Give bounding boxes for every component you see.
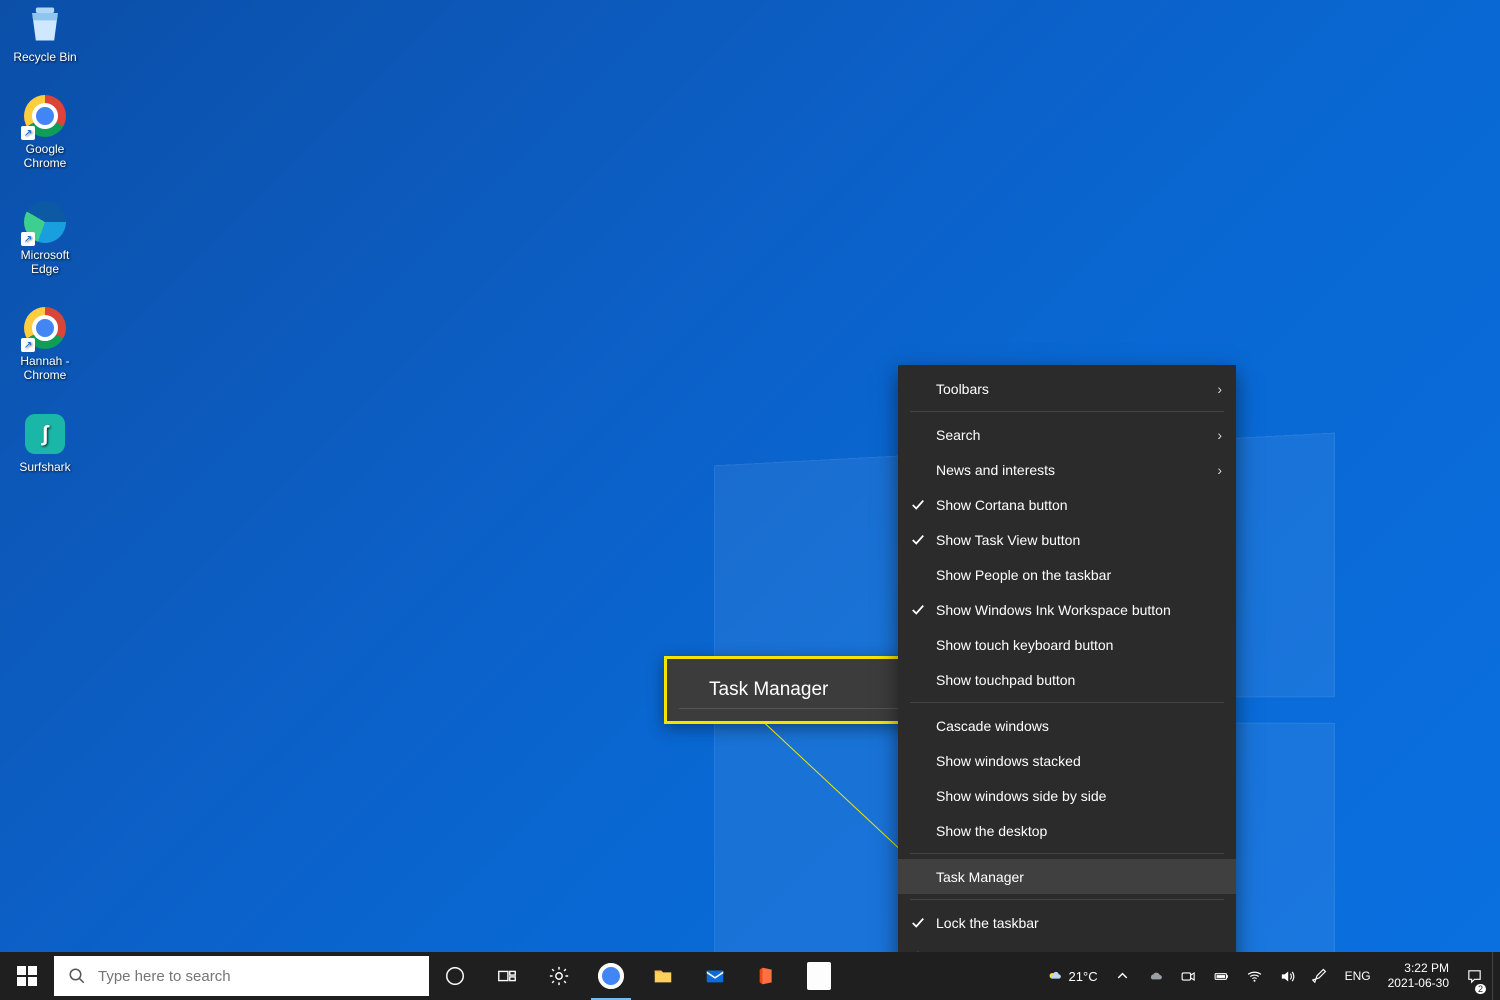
ctx-item-show-ink[interactable]: Show Windows Ink Workspace button — [898, 592, 1236, 627]
desktop-icon-label: Recycle Bin — [13, 50, 76, 64]
notification-badge: 2 — [1475, 984, 1486, 994]
desktop-icon-label: Surfshark — [19, 460, 70, 474]
tray-wifi-icon[interactable] — [1239, 952, 1270, 1000]
weather-widget[interactable]: 21°C — [1039, 952, 1105, 1000]
ctx-item-lock-taskbar[interactable]: Lock the taskbar — [898, 905, 1236, 940]
ctx-item-label: Search — [936, 427, 980, 443]
tray-date: 2021-06-30 — [1388, 976, 1449, 991]
ctx-item-side-by-side[interactable]: Show windows side by side — [898, 778, 1236, 813]
taskbar-settings-app[interactable] — [533, 952, 585, 1000]
chrome-icon: ↗ — [23, 94, 67, 138]
ctx-item-search[interactable]: Search › — [898, 417, 1236, 452]
desktop-icon-google-chrome[interactable]: ↗ Google Chrome — [6, 94, 84, 170]
tray-clock[interactable]: 3:22 PM 2021-06-30 — [1380, 952, 1457, 1000]
ctx-item-cascade[interactable]: Cascade windows — [898, 708, 1236, 743]
ctx-item-label: Show touchpad button — [936, 672, 1075, 688]
ctx-item-label: Cascade windows — [936, 718, 1049, 734]
check-icon — [910, 497, 926, 513]
search-input[interactable] — [98, 968, 415, 985]
check-icon — [910, 602, 926, 618]
task-view-button[interactable] — [481, 952, 533, 1000]
tray-ink-workspace-icon[interactable] — [1305, 952, 1336, 1000]
tray-language[interactable]: ENG — [1338, 952, 1378, 1000]
notification-icon — [1466, 968, 1483, 985]
search-box[interactable] — [54, 956, 429, 996]
cortana-button[interactable] — [429, 952, 481, 1000]
shortcut-overlay-icon: ↗ — [21, 338, 35, 352]
ctx-item-label: Task Manager — [936, 869, 1024, 885]
taskbar[interactable]: 21°C ENG 3:22 PM 2021-06-30 2 — [0, 952, 1500, 1000]
desktop-icon-surfshark[interactable]: ʃ Surfshark — [6, 412, 84, 474]
callout-task-manager: Task Manager — [664, 656, 928, 724]
tray-onedrive-icon[interactable] — [1140, 952, 1171, 1000]
chevron-right-icon: › — [1217, 427, 1222, 443]
ctx-item-label: Show Cortana button — [936, 497, 1068, 513]
tray-meet-now-icon[interactable] — [1173, 952, 1204, 1000]
taskbar-pinned-apps — [429, 952, 845, 1000]
start-button[interactable] — [0, 952, 54, 1000]
ctx-item-label: Show touch keyboard button — [936, 637, 1113, 653]
ctx-item-label: Show Task View button — [936, 532, 1080, 548]
desktop-icon-recycle-bin[interactable]: Recycle Bin — [6, 2, 84, 64]
ctx-item-toolbars[interactable]: Toolbars › — [898, 371, 1236, 406]
callout-label: Task Manager — [709, 679, 828, 701]
chevron-right-icon: › — [1217, 381, 1222, 397]
edge-icon: ↗ — [23, 200, 67, 244]
ctx-item-label: News and interests — [936, 462, 1055, 478]
ctx-item-show-touchpad[interactable]: Show touchpad button — [898, 662, 1236, 697]
ctx-item-label: Show windows side by side — [936, 788, 1106, 804]
shortcut-overlay-icon: ↗ — [21, 232, 35, 246]
system-tray: 21°C ENG 3:22 PM 2021-06-30 2 — [1039, 952, 1500, 1000]
ctx-item-stacked[interactable]: Show windows stacked — [898, 743, 1236, 778]
document-icon — [807, 962, 831, 990]
desktop-icon-label: Hannah - Chrome — [6, 354, 84, 382]
ctx-item-label: Toolbars — [936, 381, 989, 397]
ctx-item-show-cortana[interactable]: Show Cortana button — [898, 487, 1236, 522]
taskbar-file-explorer[interactable] — [637, 952, 689, 1000]
chevron-right-icon: › — [1217, 462, 1222, 478]
check-icon — [910, 915, 926, 931]
search-icon — [68, 967, 86, 985]
chrome-profile-icon: ↗ — [23, 306, 67, 350]
ctx-item-label: Show People on the taskbar — [936, 567, 1111, 583]
desktop-icons: Recycle Bin ↗ Google Chrome ↗ Microsoft … — [6, 2, 84, 474]
menu-separator — [910, 853, 1224, 854]
desktop-icon-label: Google Chrome — [6, 142, 84, 170]
check-icon — [910, 532, 926, 548]
taskbar-generic-app[interactable] — [793, 952, 845, 1000]
ctx-item-show-people[interactable]: Show People on the taskbar — [898, 557, 1236, 592]
weather-icon — [1046, 968, 1063, 985]
ctx-item-label: Show the desktop — [936, 823, 1047, 839]
ctx-item-label: Show Windows Ink Workspace button — [936, 602, 1171, 618]
desktop-icon-label: Microsoft Edge — [6, 248, 84, 276]
taskbar-chrome-app[interactable] — [585, 952, 637, 1000]
ctx-item-news-interests[interactable]: News and interests › — [898, 452, 1236, 487]
taskbar-context-menu: Toolbars › Search › News and interests ›… — [898, 365, 1236, 981]
windows-logo-icon — [17, 966, 37, 986]
taskbar-office-app[interactable] — [741, 952, 793, 1000]
tray-overflow[interactable] — [1107, 952, 1138, 1000]
taskbar-mail-app[interactable] — [689, 952, 741, 1000]
ctx-item-show-touch-keyboard[interactable]: Show touch keyboard button — [898, 627, 1236, 662]
ctx-item-label: Lock the taskbar — [936, 915, 1039, 931]
desktop-icon-microsoft-edge[interactable]: ↗ Microsoft Edge — [6, 200, 84, 276]
show-desktop-button[interactable] — [1492, 952, 1498, 1000]
tray-time: 3:22 PM — [1404, 961, 1449, 976]
menu-separator — [910, 702, 1224, 703]
menu-separator — [910, 411, 1224, 412]
ctx-item-show-task-view[interactable]: Show Task View button — [898, 522, 1236, 557]
ctx-item-show-desktop[interactable]: Show the desktop — [898, 813, 1236, 848]
shortcut-overlay-icon: ↗ — [21, 126, 35, 140]
menu-separator — [910, 899, 1224, 900]
tray-battery-icon[interactable] — [1206, 952, 1237, 1000]
surfshark-icon: ʃ — [23, 412, 67, 456]
ctx-item-label: Show windows stacked — [936, 753, 1081, 769]
ctx-item-task-manager[interactable]: Task Manager — [898, 859, 1236, 894]
weather-temp: 21°C — [1069, 969, 1098, 984]
desktop-icon-hannah-chrome[interactable]: ↗ Hannah - Chrome — [6, 306, 84, 382]
action-center-button[interactable]: 2 — [1459, 952, 1490, 1000]
tray-volume-icon[interactable] — [1272, 952, 1303, 1000]
recycle-bin-icon — [23, 2, 67, 46]
